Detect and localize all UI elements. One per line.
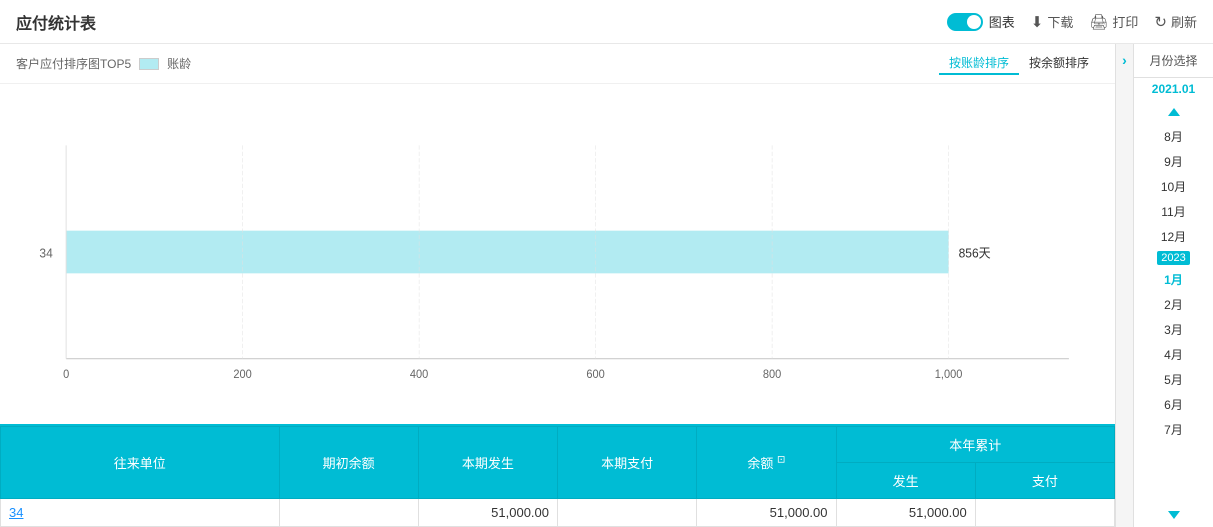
month-item[interactable]: 6月 <box>1134 392 1213 417</box>
svg-text:800: 800 <box>763 369 781 381</box>
sidebar-wrapper: › 月份选择 2021.01 8月9月10月11月12月 2023 1月2月3月4月… <box>1115 44 1213 527</box>
year-badge: 2023 <box>1157 251 1189 265</box>
month-item[interactable]: 2月 <box>1134 292 1213 317</box>
th-unit: 往来单位 <box>1 427 280 499</box>
print-icon: 🖨 <box>1089 13 1108 31</box>
year-pay-cell <box>975 499 1114 527</box>
sort-tabs: 按账龄排序 按余额排序 <box>939 52 1099 75</box>
sidebar-current-value[interactable]: 2021.01 <box>1134 78 1213 100</box>
sidebar-collapse-toggle[interactable]: › <box>1115 44 1133 527</box>
month-item[interactable]: 11月 <box>1134 199 1213 224</box>
refresh-label: 刷新 <box>1171 12 1197 31</box>
chart-header: 客户应付排序图TOP5 账龄 按账龄排序 按余额排序 <box>0 44 1115 84</box>
th-year-group: 本年累计 <box>836 427 1115 463</box>
svg-text:400: 400 <box>410 369 428 381</box>
chart-area: 34 856天 0 200 400 600 800 1,000 <box>0 84 1115 424</box>
collapse-icon: › <box>1122 52 1127 68</box>
table-section: 往来单位 期初余额 本期发生 本期支付 余额 ⊡ 本年累计 发生 <box>0 424 1115 527</box>
month-item[interactable]: 3月 <box>1134 317 1213 342</box>
sort-tab-balance[interactable]: 按余额排序 <box>1019 52 1099 75</box>
svg-text:200: 200 <box>233 369 251 381</box>
chart-section: 客户应付排序图TOP5 账龄 按账龄排序 按余额排序 34 <box>0 44 1115 527</box>
print-button[interactable]: 🖨 打印 <box>1089 12 1138 31</box>
print-label: 打印 <box>1112 12 1138 31</box>
month-item[interactable]: 7月 <box>1134 417 1213 442</box>
chart-toggle-label: 图表 <box>989 12 1015 31</box>
chart-toggle-group[interactable]: 图表 <box>947 12 1015 31</box>
right-sidebar: 月份选择 2021.01 8月9月10月11月12月 2023 1月2月3月4月5月… <box>1133 44 1213 527</box>
chart-toggle-switch[interactable] <box>947 13 983 31</box>
legend-label: 客户应付排序图TOP5 <box>16 55 131 72</box>
download-icon: ⬇ <box>1031 13 1044 31</box>
chevron-down-icon <box>1166 507 1182 523</box>
opening-cell <box>279 499 418 527</box>
download-label: 下载 <box>1047 12 1073 31</box>
download-button[interactable]: ⬇ 下载 <box>1031 12 1074 31</box>
page-title: 应付统计表 <box>16 10 96 34</box>
th-balance: 余额 ⊡ <box>697 427 836 499</box>
main-content: 客户应付排序图TOP5 账龄 按账龄排序 按余额排序 34 <box>0 44 1213 527</box>
svg-text:34: 34 <box>39 246 52 260</box>
chart-wrapper: 34 856天 0 200 400 600 800 1,000 <box>16 92 1099 412</box>
legend-box-icon <box>139 58 159 70</box>
svg-text:0: 0 <box>63 369 69 381</box>
month-item[interactable]: 4月 <box>1134 342 1213 367</box>
month-nav-up-button[interactable] <box>1134 100 1213 124</box>
table-row: 34 51,000.00 51,000.00 51,000.00 <box>1 499 1115 527</box>
legend-box-label: 账龄 <box>167 55 191 72</box>
month-item[interactable]: 8月 <box>1134 124 1213 149</box>
header-actions: 图表 ⬇ 下载 🖨 打印 ↻ 刷新 <box>947 12 1197 31</box>
header: 应付统计表 图表 ⬇ 下载 🖨 打印 ↻ 刷新 <box>0 0 1213 44</box>
svg-text:600: 600 <box>586 369 604 381</box>
month-item[interactable]: 10月 <box>1134 174 1213 199</box>
current-occur-cell: 51,000.00 <box>418 499 557 527</box>
th-current-pay: 本期支付 <box>558 427 697 499</box>
th-year-pay: 支付 <box>975 463 1114 499</box>
current-pay-cell <box>558 499 697 527</box>
month-item[interactable]: 12月 <box>1134 224 1213 249</box>
app-container: 应付统计表 图表 ⬇ 下载 🖨 打印 ↻ 刷新 <box>0 0 1213 527</box>
svg-text:856天: 856天 <box>959 246 991 260</box>
balance-cell: 51,000.00 <box>697 499 836 527</box>
chart-svg: 34 856天 0 200 400 600 800 1,000 <box>16 92 1099 412</box>
year-occur-cell: 51,000.00 <box>836 499 975 527</box>
refresh-button[interactable]: ↻ 刷新 <box>1154 12 1197 31</box>
svg-text:1,000: 1,000 <box>935 369 963 381</box>
month-item[interactable]: 9月 <box>1134 149 1213 174</box>
balance-icon: ⊡ <box>777 455 785 466</box>
sort-tab-age[interactable]: 按账龄排序 <box>939 52 1019 75</box>
month-item[interactable]: 1月 <box>1134 267 1213 292</box>
th-opening: 期初余额 <box>279 427 418 499</box>
refresh-icon: ↻ <box>1154 13 1167 31</box>
unit-cell[interactable]: 34 <box>1 499 280 527</box>
th-current-occur: 本期发生 <box>418 427 557 499</box>
chevron-up-icon <box>1166 104 1182 120</box>
month-nav-down-button[interactable] <box>1134 503 1213 527</box>
month-list: 8月9月10月11月12月 2023 1月2月3月4月5月6月7月 <box>1134 124 1213 503</box>
sidebar-month-header: 月份选择 <box>1134 44 1213 78</box>
chart-legend: 客户应付排序图TOP5 账龄 <box>16 55 191 72</box>
th-year-occur: 发生 <box>836 463 975 499</box>
month-item[interactable]: 5月 <box>1134 367 1213 392</box>
data-table: 往来单位 期初余额 本期发生 本期支付 余额 ⊡ 本年累计 发生 <box>0 426 1115 527</box>
